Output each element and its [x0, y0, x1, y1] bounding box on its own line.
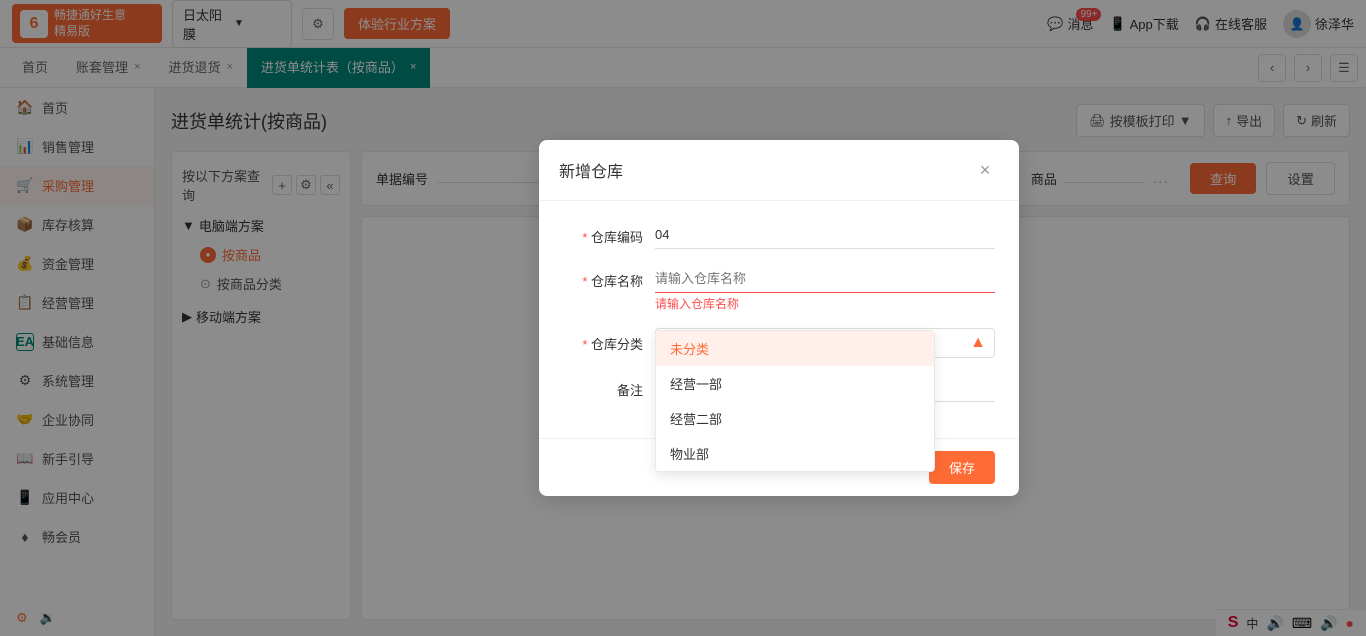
save-button[interactable]: 保存 — [929, 451, 995, 484]
note-label: 备注 — [563, 374, 643, 399]
warehouse-code-label: 仓库编码 — [563, 221, 643, 246]
dropdown-item-ops1[interactable]: 经营一部 — [656, 366, 934, 401]
warehouse-name-row: 仓库名称 请输入仓库名称 — [563, 265, 995, 312]
modal-body: 仓库编码 仓库名称 请输入仓库名称 仓库分类 ▲ 未分 — [539, 201, 1019, 438]
warehouse-name-label: 仓库名称 — [563, 265, 643, 290]
warehouse-code-row: 仓库编码 — [563, 221, 995, 249]
modal-header: 新增仓库 × — [539, 140, 1019, 201]
warehouse-category-label: 仓库分类 — [563, 328, 643, 353]
dropdown-item-property[interactable]: 物业部 — [656, 436, 934, 471]
warehouse-name-input[interactable] — [655, 265, 995, 293]
dropdown-item-ops2[interactable]: 经营二部 — [656, 401, 934, 436]
warehouse-category-row: 仓库分类 ▲ 未分类 经营一部 经营二部 物业部 — [563, 328, 995, 358]
warehouse-name-error: 请输入仓库名称 — [655, 295, 995, 312]
new-warehouse-modal: 新增仓库 × 仓库编码 仓库名称 请输入仓库名称 仓库分类 ▲ — [539, 140, 1019, 496]
warehouse-code-input[interactable] — [655, 221, 995, 249]
dropdown-item-uncategorized[interactable]: 未分类 — [656, 331, 934, 366]
modal-title: 新增仓库 — [559, 158, 623, 182]
modal-close-button[interactable]: × — [971, 156, 999, 184]
category-dropdown: 未分类 经营一部 经营二部 物业部 — [655, 330, 935, 472]
chevron-up-icon[interactable]: ▲ — [970, 334, 986, 352]
